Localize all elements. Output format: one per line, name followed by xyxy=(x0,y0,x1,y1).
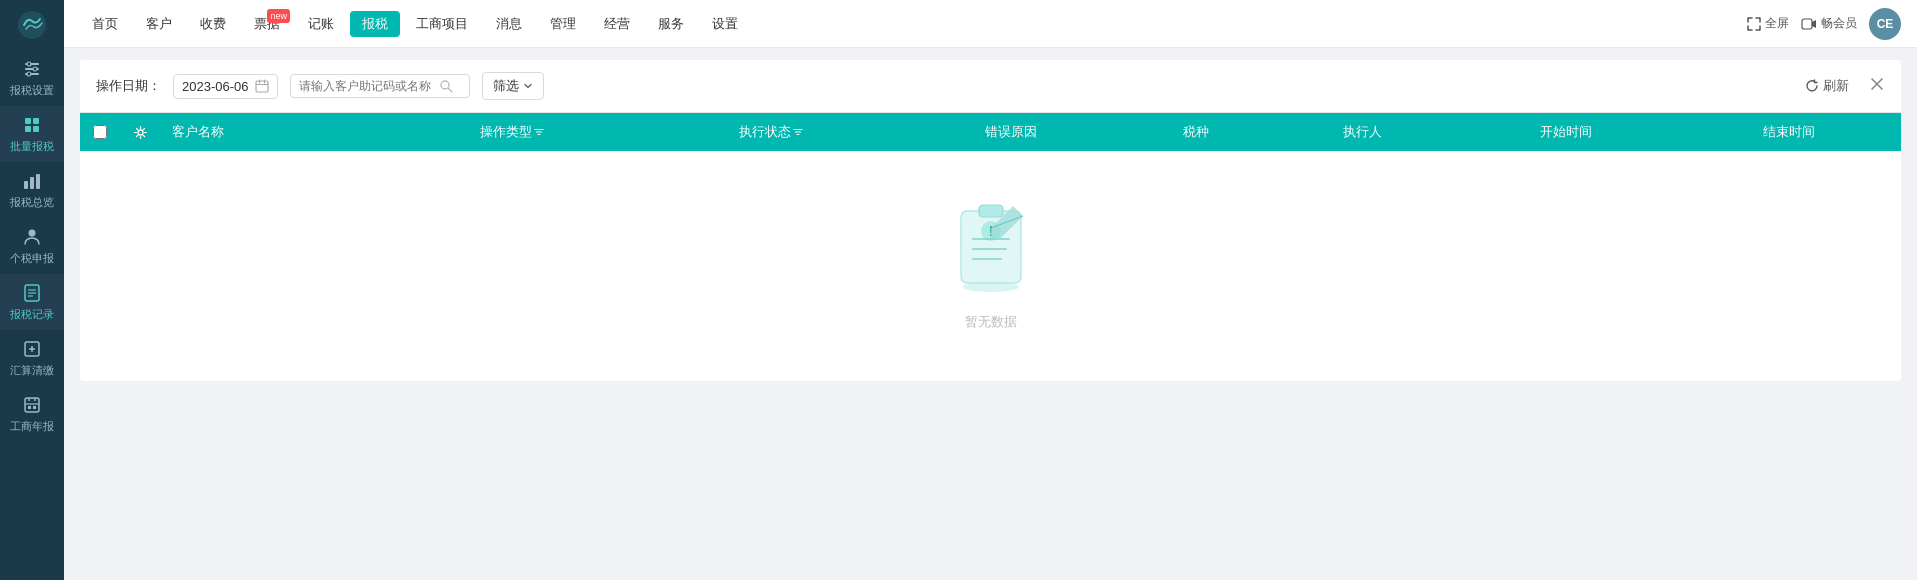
nav-customer[interactable]: 客户 xyxy=(134,11,184,37)
refresh-label: 刷新 xyxy=(1823,77,1849,95)
overview-icon xyxy=(21,170,43,192)
empty-illustration: ! xyxy=(941,191,1041,301)
sidebar-item-gongshang-nianbao[interactable]: 工商年报 xyxy=(0,386,64,442)
filter-icon-2[interactable] xyxy=(793,127,803,137)
nav-fuwu[interactable]: 服务 xyxy=(646,11,696,37)
batch-icon xyxy=(21,114,43,136)
avatar[interactable]: CE xyxy=(1869,8,1901,40)
table-wrap: 客户名称 操作类型 xyxy=(80,113,1901,381)
date-label: 操作日期： xyxy=(96,77,161,95)
sidebar-item-baoshui-shezhi[interactable]: 报税设置 xyxy=(0,50,64,106)
svg-rect-29 xyxy=(256,81,268,92)
col-executor: 执行人 xyxy=(1270,113,1455,151)
search-icon xyxy=(439,79,453,93)
svg-rect-11 xyxy=(24,181,28,189)
col-customer-name: 客户名称 xyxy=(160,113,383,151)
col-gear xyxy=(120,113,160,151)
svg-rect-10 xyxy=(33,126,39,132)
svg-point-37 xyxy=(138,130,143,135)
nav-guanli[interactable]: 管理 xyxy=(538,11,588,37)
close-icon xyxy=(1869,76,1885,92)
nav-gongshang[interactable]: 工商项目 xyxy=(404,11,480,37)
svg-point-46 xyxy=(963,282,1019,292)
sidebar-item-geshui-shenbao[interactable]: 个税申报 xyxy=(0,218,64,274)
svg-rect-8 xyxy=(33,118,39,124)
calendar-icon xyxy=(255,79,269,93)
table-header-row: 客户名称 操作类型 xyxy=(80,113,1901,151)
topnav: 首页 客户 收费 票据 new 记账 报税 工商项目 消息 管理 经营 服务 设… xyxy=(64,0,1917,48)
svg-point-14 xyxy=(29,230,36,237)
svg-rect-27 xyxy=(33,406,36,409)
empty-state: ! 暂无数据 xyxy=(80,151,1901,381)
svg-rect-22 xyxy=(25,398,39,412)
nav-shezhi[interactable]: 设置 xyxy=(700,11,750,37)
member-button[interactable]: 畅会员 xyxy=(1801,15,1857,32)
svg-rect-9 xyxy=(25,126,31,132)
search-wrap[interactable] xyxy=(290,74,470,98)
refresh-icon xyxy=(1805,79,1819,93)
date-value: 2023-06-06 xyxy=(182,79,249,94)
sidebar-logo xyxy=(0,0,64,50)
sidebar-item-piliang-baoshui[interactable]: 批量报税 xyxy=(0,106,64,162)
svg-rect-13 xyxy=(36,174,40,189)
calculate-icon xyxy=(21,338,43,360)
sidebar-item-baoshui-zonglam[interactable]: 报税总览 xyxy=(0,162,64,218)
sidebar: 报税设置 批量报税 报税总览 xyxy=(0,0,64,580)
person-tax-icon xyxy=(21,226,43,248)
new-badge: new xyxy=(267,9,290,23)
record-icon xyxy=(21,282,43,304)
main-area: 首页 客户 收费 票据 new 记账 报税 工商项目 消息 管理 经营 服务 设… xyxy=(64,0,1917,580)
svg-point-5 xyxy=(33,67,37,71)
svg-point-33 xyxy=(441,81,449,89)
svg-point-4 xyxy=(27,62,31,66)
nav-jingying[interactable]: 经营 xyxy=(592,11,642,37)
fullscreen-button[interactable]: 全屏 xyxy=(1747,15,1789,32)
col-end-time: 结束时间 xyxy=(1678,113,1901,151)
sidebar-item-huisuan-jiaona[interactable]: 汇算清缴 xyxy=(0,330,64,386)
col-checkbox xyxy=(80,113,120,151)
fullscreen-icon xyxy=(1747,17,1761,31)
empty-text: 暂无数据 xyxy=(965,313,1017,331)
records-table: 客户名称 操作类型 xyxy=(80,113,1901,381)
topnav-right: 全屏 畅会员 CE xyxy=(1747,8,1901,40)
col-exec-status: 执行状态 xyxy=(641,113,899,151)
select-all-checkbox[interactable] xyxy=(93,125,107,139)
content-area: 操作日期： 2023-06-06 xyxy=(64,48,1917,580)
col-tax-type: 税种 xyxy=(1123,113,1270,151)
toolbar: 操作日期： 2023-06-06 xyxy=(80,60,1901,113)
nav-jizhang[interactable]: 记账 xyxy=(296,11,346,37)
col-start-time: 开始时间 xyxy=(1455,113,1678,151)
svg-rect-7 xyxy=(25,118,31,124)
nav-home[interactable]: 首页 xyxy=(80,11,130,37)
nav-shoufei[interactable]: 收费 xyxy=(188,11,238,37)
svg-point-6 xyxy=(27,72,31,76)
svg-rect-12 xyxy=(30,177,34,189)
annual-icon xyxy=(21,394,43,416)
main-panel: 操作日期： 2023-06-06 xyxy=(80,60,1901,381)
nav-items: 首页 客户 收费 票据 new 记账 报税 工商项目 消息 管理 经营 服务 设… xyxy=(80,11,1747,37)
video-icon xyxy=(1801,16,1817,32)
search-input[interactable] xyxy=(299,79,439,93)
svg-rect-26 xyxy=(28,406,31,409)
svg-rect-28 xyxy=(1802,19,1812,29)
col-operation-type: 操作类型 xyxy=(383,113,641,151)
sidebar-item-baoshui-jilu[interactable]: 报税记录 xyxy=(0,274,64,330)
nav-xiaoxi[interactable]: 消息 xyxy=(484,11,534,37)
column-settings-icon[interactable] xyxy=(133,125,148,140)
settings-icon xyxy=(21,58,43,80)
svg-line-34 xyxy=(448,89,452,93)
chevron-down-icon xyxy=(523,81,533,91)
filter-icon[interactable] xyxy=(534,127,544,137)
refresh-button[interactable]: 刷新 xyxy=(1805,77,1849,95)
close-button[interactable] xyxy=(1869,76,1885,96)
filter-button[interactable]: 筛选 xyxy=(482,72,544,100)
nav-piao[interactable]: 票据 new xyxy=(242,11,292,37)
date-picker[interactable]: 2023-06-06 xyxy=(173,74,278,99)
nav-baoshui[interactable]: 报税 xyxy=(350,11,400,37)
empty-row: ! 暂无数据 xyxy=(80,151,1901,381)
col-error-reason: 错误原因 xyxy=(900,113,1123,151)
svg-rect-39 xyxy=(979,205,1003,217)
